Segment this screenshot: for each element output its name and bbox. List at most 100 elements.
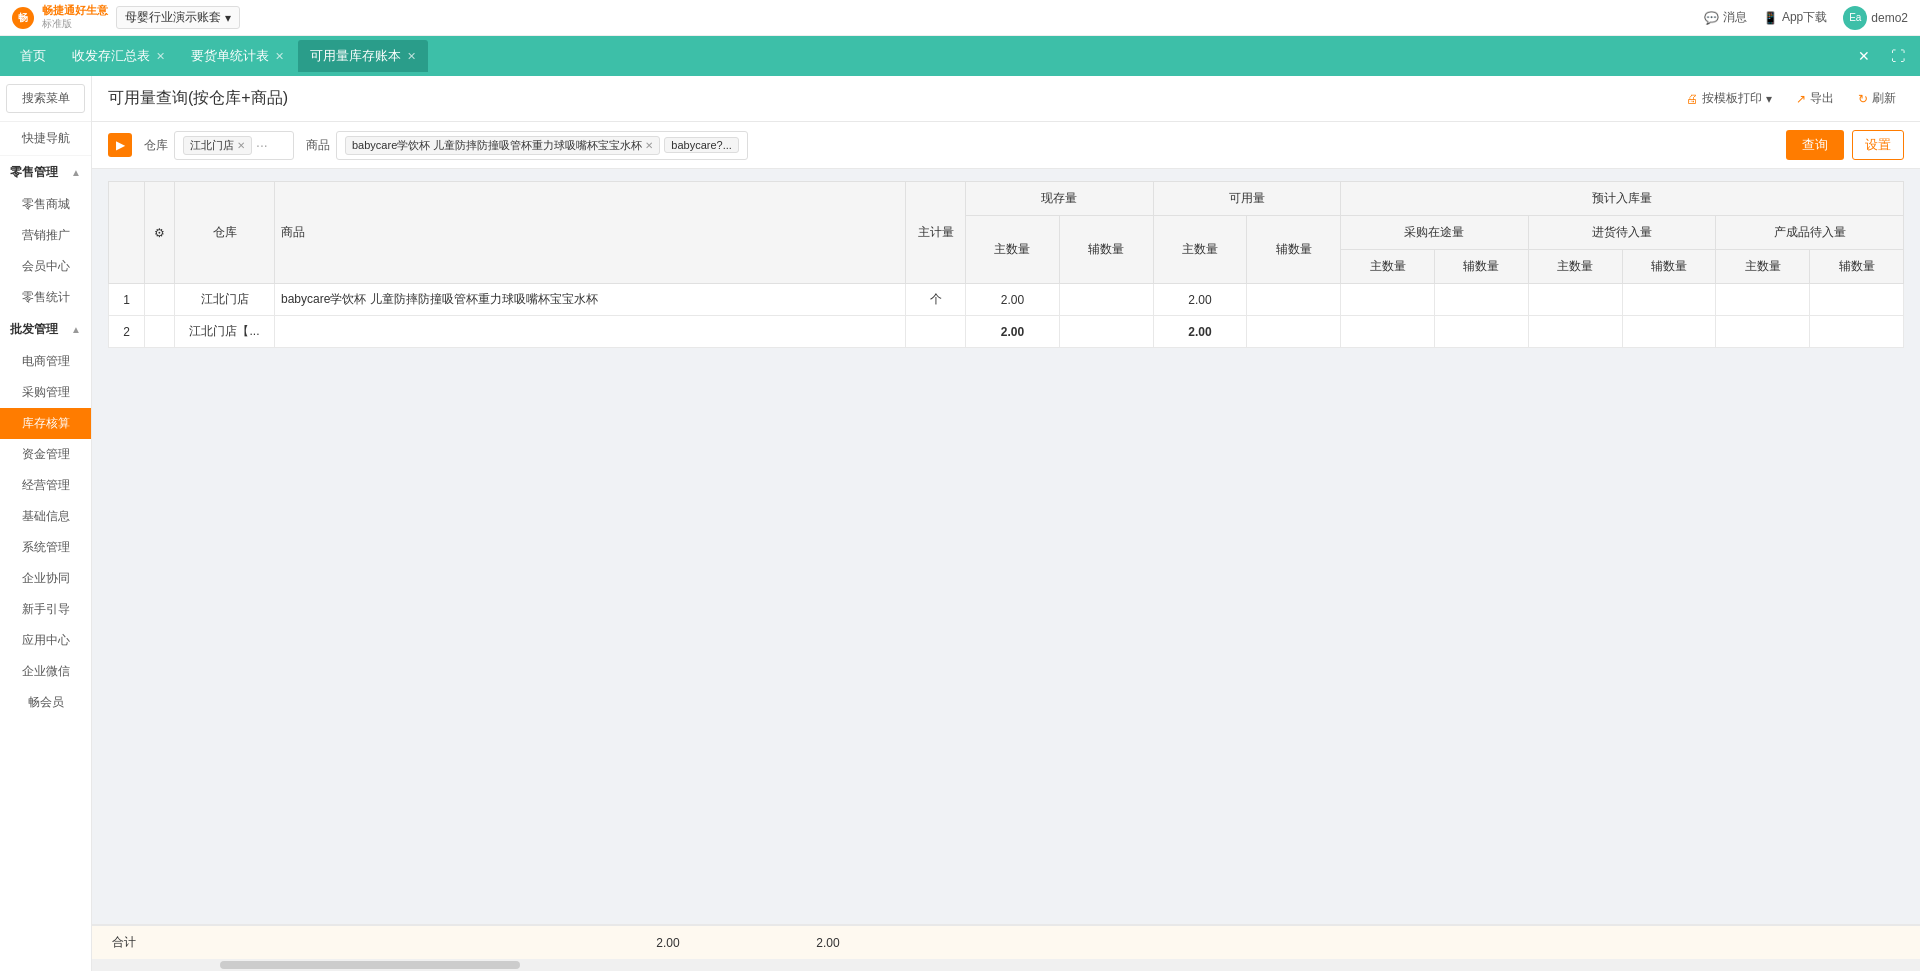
cell-avail-aux-1 bbox=[1247, 284, 1341, 316]
horizontal-scrollbar[interactable] bbox=[92, 959, 1920, 971]
th-goods-pending-group: 进货待入量 bbox=[1528, 216, 1716, 250]
th-gear[interactable]: ⚙ bbox=[145, 182, 175, 284]
product-input[interactable]: babycare学饮杯 儿童防摔防撞吸管杯重力球吸嘴杯宝宝水杯 ✕ babyca… bbox=[336, 131, 748, 160]
warehouse-more-btn[interactable]: ··· bbox=[256, 137, 268, 153]
page-header: 可用量查询(按仓库+商品) 🖨 按模板打印 ▾ ↗ 导出 ↻ 刷新 bbox=[92, 76, 1920, 122]
sidebar-item-operation[interactable]: 经营管理 bbox=[0, 470, 91, 501]
user-profile[interactable]: Ea demo2 bbox=[1843, 6, 1908, 30]
product-filter-group: 商品 babycare学饮杯 儿童防摔防撞吸管杯重力球吸嘴杯宝宝水杯 ✕ bab… bbox=[306, 131, 748, 160]
th-production-main: 主数量 bbox=[1716, 250, 1810, 284]
th-available-aux-qty: 辅数量 bbox=[1247, 216, 1341, 284]
sidebar-item-vip[interactable]: 畅会员 bbox=[0, 687, 91, 718]
content-area: 可用量查询(按仓库+商品) 🖨 按模板打印 ▾ ↗ 导出 ↻ 刷新 ▶ bbox=[92, 76, 1920, 971]
footer-available-main: 2.00 bbox=[788, 936, 868, 950]
cell-pt-main-2 bbox=[1341, 316, 1435, 348]
th-goods-pending-main: 主数量 bbox=[1528, 250, 1622, 284]
cell-product-2 bbox=[275, 316, 906, 348]
th-current-main-qty: 主数量 bbox=[966, 216, 1060, 284]
sidebar-item-retail-mall[interactable]: 零售商城 bbox=[0, 189, 91, 220]
cell-product-1: babycare学饮杯 儿童防摔防撞吸管杯重力球吸嘴杯宝宝水杯 bbox=[275, 284, 906, 316]
th-purchase-transit-aux: 辅数量 bbox=[1434, 250, 1528, 284]
th-row-num bbox=[109, 182, 145, 284]
sidebar-item-ecommerce[interactable]: 电商管理 bbox=[0, 346, 91, 377]
export-btn[interactable]: ↗ 导出 bbox=[1788, 86, 1842, 111]
sidebar-item-quick-nav[interactable]: 快捷导航 bbox=[0, 122, 91, 156]
sidebar-item-app-center[interactable]: 应用中心 bbox=[0, 625, 91, 656]
brand-sub: 标准版 bbox=[42, 17, 108, 31]
tab-home[interactable]: 首页 bbox=[8, 40, 58, 72]
sidebar-section-retail[interactable]: 零售管理 ▲ bbox=[0, 156, 91, 189]
th-current-aux-qty: 辅数量 bbox=[1059, 216, 1153, 284]
sidebar-item-member[interactable]: 会员中心 bbox=[0, 251, 91, 282]
sidebar-item-retail-stats[interactable]: 零售统计 bbox=[0, 282, 91, 313]
brand-name: 畅捷通好生意 bbox=[42, 4, 108, 17]
th-warehouse: 仓库 bbox=[175, 182, 275, 284]
filter-toggle-btn[interactable]: ▶ bbox=[108, 133, 132, 157]
top-bar-right: 💬 消息 📱 App下载 Ea demo2 bbox=[1704, 6, 1908, 30]
product-filter-label: 商品 bbox=[306, 137, 330, 154]
filter-action-btns: 查询 设置 bbox=[1786, 130, 1904, 160]
cell-warehouse-2: 江北门店【... bbox=[175, 316, 275, 348]
close-tab-available-stock[interactable]: ✕ bbox=[407, 50, 416, 63]
sidebar-item-purchase[interactable]: 采购管理 bbox=[0, 377, 91, 408]
warehouse-input[interactable]: 江北门店 ✕ ··· bbox=[174, 131, 294, 160]
cell-pt-aux-2 bbox=[1434, 316, 1528, 348]
industry-selector[interactable]: 母婴行业演示账套 ▾ bbox=[116, 6, 240, 29]
tab-available-stock[interactable]: 可用量库存账本 ✕ bbox=[298, 40, 428, 72]
th-purchase-transit-main: 主数量 bbox=[1341, 250, 1435, 284]
product-tag-2: babycare?... bbox=[664, 137, 739, 153]
sidebar-item-basic[interactable]: 基础信息 bbox=[0, 501, 91, 532]
page-title: 可用量查询(按仓库+商品) bbox=[108, 88, 288, 109]
chevron-up-icon-2: ▲ bbox=[71, 324, 81, 335]
message-btn[interactable]: 💬 消息 bbox=[1704, 9, 1747, 26]
scroll-thumb[interactable] bbox=[220, 961, 520, 969]
remove-product-tag-1[interactable]: ✕ bbox=[645, 140, 653, 151]
chevron-down-icon: ▾ bbox=[225, 11, 231, 25]
cell-current-main-1: 2.00 bbox=[966, 284, 1060, 316]
settings-btn[interactable]: 设置 bbox=[1852, 130, 1904, 160]
cell-pp-aux-1 bbox=[1810, 284, 1904, 316]
sidebar-section-wholesale[interactable]: 批发管理 ▲ bbox=[0, 313, 91, 346]
sidebar-item-wechat[interactable]: 企业微信 bbox=[0, 656, 91, 687]
warehouse-filter-group: 仓库 江北门店 ✕ ··· bbox=[144, 131, 294, 160]
sidebar-item-finance[interactable]: 资金管理 bbox=[0, 439, 91, 470]
export-icon: ↗ bbox=[1796, 92, 1806, 106]
warehouse-tag: 江北门店 ✕ bbox=[183, 136, 252, 155]
th-available-main-qty: 主数量 bbox=[1153, 216, 1247, 284]
cell-pp-main-2 bbox=[1716, 316, 1810, 348]
tab-receivable[interactable]: 收发存汇总表 ✕ bbox=[60, 40, 177, 72]
close-tab-receivable[interactable]: ✕ bbox=[156, 50, 165, 63]
cell-gp-aux-2 bbox=[1622, 316, 1716, 348]
sidebar-item-enterprise[interactable]: 企业协同 bbox=[0, 563, 91, 594]
tab-order-stats[interactable]: 要货单统计表 ✕ bbox=[179, 40, 296, 72]
maximize-btn[interactable]: ⛶ bbox=[1884, 42, 1912, 70]
filter-bar: ▶ 仓库 江北门店 ✕ ··· 商品 babycare学饮杯 儿童防摔防撞吸管杯… bbox=[92, 122, 1920, 169]
app-download-btn[interactable]: 📱 App下载 bbox=[1763, 9, 1827, 26]
th-expected-in-group: 预计入库量 bbox=[1341, 182, 1904, 216]
print-icon: 🖨 bbox=[1686, 92, 1698, 106]
search-menu-btn[interactable]: 搜索菜单 bbox=[6, 84, 85, 113]
brand-info: 畅捷通好生意 标准版 bbox=[42, 4, 108, 31]
app-logo: 畅 bbox=[12, 7, 34, 29]
remove-warehouse-tag[interactable]: ✕ bbox=[237, 140, 245, 151]
sidebar-item-marketing[interactable]: 营销推广 bbox=[0, 220, 91, 251]
query-btn[interactable]: 查询 bbox=[1786, 130, 1844, 160]
sidebar-item-newbie[interactable]: 新手引导 bbox=[0, 594, 91, 625]
th-available-group: 可用量 bbox=[1153, 182, 1341, 216]
top-bar: 畅 畅捷通好生意 标准版 母婴行业演示账套 ▾ 💬 消息 📱 App下载 Ea … bbox=[0, 0, 1920, 36]
sidebar-item-inventory[interactable]: 库存核算 bbox=[0, 408, 91, 439]
chevron-down-icon-print: ▾ bbox=[1766, 92, 1772, 106]
close-window-btn[interactable]: ✕ bbox=[1850, 42, 1878, 70]
th-product: 商品 bbox=[275, 182, 906, 284]
product-tag-1: babycare学饮杯 儿童防摔防撞吸管杯重力球吸嘴杯宝宝水杯 ✕ bbox=[345, 136, 660, 155]
cell-row-num-2: 2 bbox=[109, 316, 145, 348]
cell-current-aux-1 bbox=[1059, 284, 1153, 316]
cell-row-num-1: 1 bbox=[109, 284, 145, 316]
close-tab-order-stats[interactable]: ✕ bbox=[275, 50, 284, 63]
main-layout: 搜索菜单 快捷导航 零售管理 ▲ 零售商城 营销推广 会员中心 零售统计 批发管… bbox=[0, 76, 1920, 971]
refresh-btn[interactable]: ↻ 刷新 bbox=[1850, 86, 1904, 111]
top-bar-left: 畅 畅捷通好生意 标准版 母婴行业演示账套 ▾ bbox=[12, 4, 240, 31]
sidebar-item-system[interactable]: 系统管理 bbox=[0, 532, 91, 563]
print-template-btn[interactable]: 🖨 按模板打印 ▾ bbox=[1678, 86, 1780, 111]
cell-avail-aux-2 bbox=[1247, 316, 1341, 348]
